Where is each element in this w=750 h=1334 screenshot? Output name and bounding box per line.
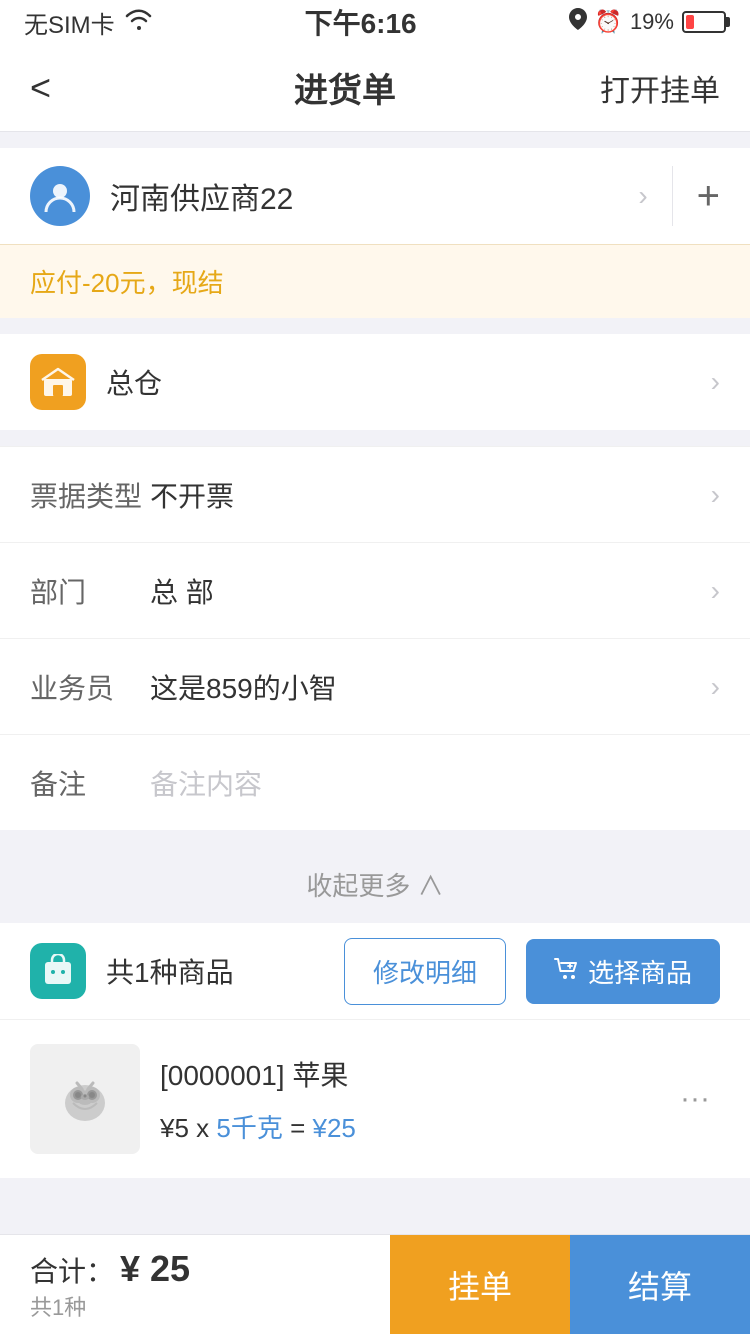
status-bar: 无SIM卡 下午6:16 ⏰ 19%: [0, 0, 750, 44]
total-area: 合计： ¥ 25 共1种: [0, 1235, 390, 1334]
note-placeholder: 备注内容: [150, 763, 720, 803]
invoice-type-row[interactable]: 票据类型 不开票 ›: [0, 446, 750, 542]
note-row[interactable]: 备注 备注内容: [0, 734, 750, 830]
product-section: 共1种商品 修改明细 选择商品: [0, 923, 750, 1178]
product-section-icon: [30, 943, 86, 999]
edit-detail-button[interactable]: 修改明细: [344, 938, 506, 1005]
bottom-bar: 合计： ¥ 25 共1种 挂单 结算: [0, 1234, 750, 1334]
wifi-icon: [125, 8, 153, 37]
checkout-button[interactable]: 结算: [570, 1235, 750, 1334]
total-sub-label: 共1种: [30, 1290, 360, 1322]
warehouse-section: 总仓 ›: [0, 334, 750, 430]
status-time: 下午6:16: [305, 2, 417, 42]
warehouse-icon-wrap: [30, 354, 86, 410]
collapse-bar[interactable]: 收起更多 ∧: [0, 846, 750, 923]
nav-bar: < 进货单 打开挂单: [0, 44, 750, 132]
battery-icon: [682, 11, 726, 33]
open-pending-button[interactable]: 打开挂单: [600, 66, 720, 110]
select-product-label: 选择商品: [588, 953, 692, 990]
invoice-type-value: 不开票: [150, 475, 711, 515]
product-item: [0000001] 苹果 ¥5 x 5千克 = ¥25 ···: [0, 1019, 750, 1178]
carrier-text: 无SIM卡: [24, 5, 115, 40]
salesperson-label: 业务员: [30, 667, 150, 707]
cart-icon: [554, 956, 580, 987]
add-supplier-button[interactable]: +: [697, 174, 720, 219]
department-label: 部门: [30, 571, 150, 611]
total-amount: ¥ 25: [120, 1248, 190, 1290]
salesperson-chevron-icon: ›: [711, 671, 720, 703]
warehouse-name: 总仓: [106, 362, 711, 402]
warehouse-chevron-icon: ›: [711, 366, 720, 398]
department-value: 总 部: [150, 571, 711, 611]
supplier-row[interactable]: 河南供应商22 › +: [0, 148, 750, 244]
qty-text: 5千克: [216, 1113, 282, 1143]
battery-percent: 19%: [630, 9, 674, 35]
product-count-label: 共1种商品: [106, 951, 324, 991]
alarm-icon: ⏰: [595, 9, 622, 35]
product-thumbnail: [30, 1044, 140, 1154]
product-info: [0000001] 苹果 ¥5 x 5千克 = ¥25: [160, 1054, 650, 1145]
product-header: 共1种商品 修改明细 选择商品: [0, 923, 750, 1019]
product-name: [0000001] 苹果: [160, 1054, 650, 1094]
supplier-name: 河南供应商22: [110, 174, 638, 218]
back-button[interactable]: <: [30, 67, 90, 109]
invoice-type-chevron-icon: ›: [711, 479, 720, 511]
payment-notice: 应付-20元，现结: [0, 244, 750, 318]
note-label: 备注: [30, 763, 150, 803]
supplier-section: 河南供应商22 › + 应付-20元，现结: [0, 148, 750, 318]
page-title: 进货单: [294, 63, 396, 112]
form-section: 票据类型 不开票 › 部门 总 部 › 业务员 这是859的小智 › 备注 备注…: [0, 446, 750, 830]
salesperson-value: 这是859的小智: [150, 667, 711, 707]
supplier-avatar: [30, 166, 90, 226]
salesperson-row[interactable]: 业务员 这是859的小智 ›: [0, 638, 750, 734]
location-icon: [569, 8, 587, 36]
department-chevron-icon: ›: [711, 575, 720, 607]
supplier-chevron-icon: ›: [638, 180, 647, 212]
total-text: ¥25: [312, 1113, 355, 1143]
hang-button[interactable]: 挂单: [390, 1235, 570, 1334]
total-label: 合计：: [30, 1250, 114, 1290]
select-product-button[interactable]: 选择商品: [526, 939, 720, 1004]
status-left: 无SIM卡: [24, 5, 153, 40]
warehouse-row[interactable]: 总仓 ›: [0, 334, 750, 430]
price-text: ¥5 x: [160, 1113, 216, 1143]
equals-text: =: [283, 1113, 313, 1143]
department-row[interactable]: 部门 总 部 ›: [0, 542, 750, 638]
product-price: ¥5 x 5千克 = ¥25: [160, 1108, 650, 1145]
invoice-type-label: 票据类型: [30, 475, 150, 515]
status-right: ⏰ 19%: [569, 8, 726, 36]
product-more-button[interactable]: ···: [670, 1072, 720, 1126]
vertical-divider: [672, 166, 673, 226]
battery-fill: [686, 15, 694, 29]
